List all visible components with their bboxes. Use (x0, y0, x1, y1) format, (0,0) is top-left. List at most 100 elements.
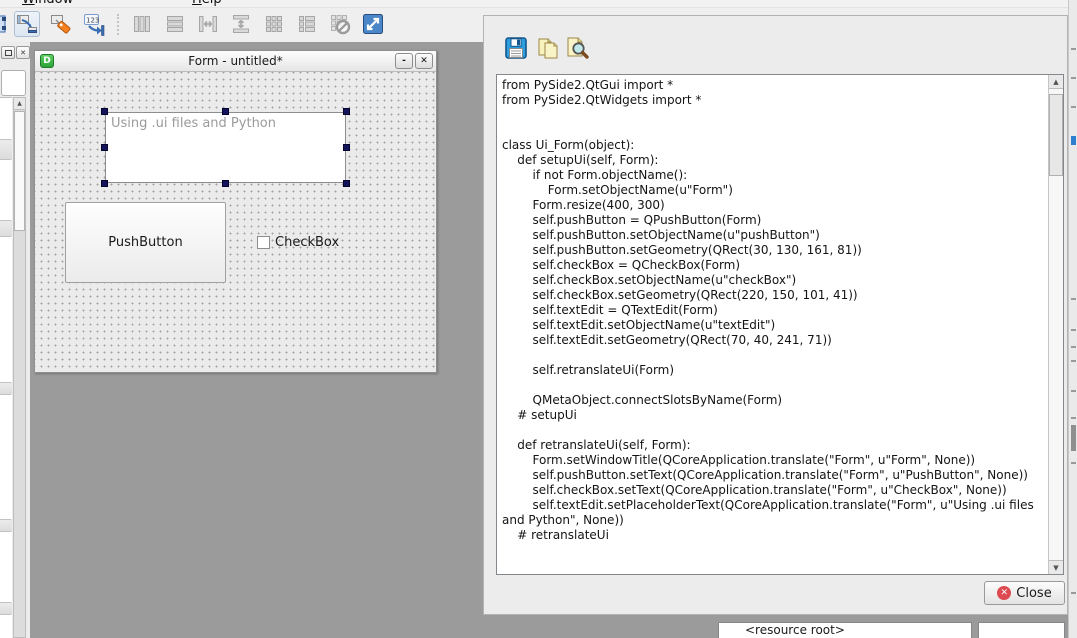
form-window-titlebar[interactable]: D Form - untitled* - ✕ (35, 51, 436, 72)
selection-handle[interactable] (343, 108, 350, 115)
qt-designer-screen: Window Help (0, 0, 1077, 638)
code-line: self.textEdit.setPlaceholderText(QCoreAp… (502, 498, 1048, 513)
selection-handle[interactable] (343, 180, 350, 187)
edit-signals-slots-icon[interactable] (14, 11, 40, 37)
scrollbar-thumb[interactable] (14, 111, 25, 231)
code-line: QMetaObject.connectSlotsByName(Form) (502, 393, 1048, 408)
edit-buddies-icon[interactable] (48, 11, 74, 37)
dialog-close-button[interactable]: ✕ Close (984, 581, 1065, 605)
form-editor-window: D Form - untitled* - ✕ Using .ui files a… (34, 50, 437, 373)
scrollbar-thumb[interactable] (1071, 425, 1076, 451)
widget-category-header[interactable] (0, 220, 12, 237)
copy-icon[interactable] (535, 35, 561, 61)
resource-browser-panel[interactable]: <resource root> (718, 622, 972, 638)
widget-category-header[interactable] (0, 602, 12, 615)
code-line: self.checkBox.setText(QCoreApplication.t… (502, 483, 1048, 498)
widget-box-list[interactable] (0, 97, 12, 638)
layout-vertically-icon[interactable] (162, 11, 188, 37)
code-line (502, 378, 1048, 393)
selection-handle[interactable] (222, 180, 229, 187)
right-edge-scroll-strip[interactable] (1068, 0, 1077, 638)
selection-handle[interactable] (101, 144, 108, 151)
code-line: # setupUi (502, 408, 1048, 423)
scroll-marker (1071, 48, 1076, 50)
scroll-marker (1071, 462, 1076, 464)
code-line: self.checkBox.setGeometry(QRect(220, 150… (502, 288, 1048, 303)
minimize-button[interactable]: - (395, 53, 413, 69)
find-icon[interactable] (564, 35, 590, 61)
code-text: from PySide2.QtGui import *from PySide2.… (497, 75, 1048, 574)
dock-float-button[interactable] (1, 46, 15, 59)
close-button-label: Close (1016, 586, 1051, 601)
code-line: Form.setObjectName(u"Form") (502, 183, 1048, 198)
scrollbar-thumb[interactable] (1049, 94, 1063, 176)
scroll-down-icon[interactable]: ▼ (1049, 560, 1063, 574)
code-line: self.retranslateUi(Form) (502, 363, 1048, 378)
edit-tab-order-icon[interactable]: 123 (81, 11, 107, 37)
close-button[interactable]: ✕ (415, 53, 433, 69)
checkbox-indicator[interactable] (257, 236, 270, 249)
selection-handle[interactable] (101, 108, 108, 115)
scroll-marker (1071, 346, 1076, 348)
textedit-widget-selected[interactable]: Using .ui files and Python (105, 112, 346, 183)
widget-category-header[interactable] (0, 519, 12, 532)
scroll-up-icon[interactable]: ▲ (14, 98, 25, 110)
layout-grid-icon[interactable] (261, 11, 287, 37)
dock-close-button[interactable]: ✕ (16, 46, 30, 59)
code-line: self.textEdit.setObjectName(u"textEdit") (502, 318, 1048, 333)
layout-horizontal-splitter-icon[interactable] (195, 11, 221, 37)
code-line (502, 123, 1048, 138)
pushbutton-widget[interactable]: PushButton (65, 202, 226, 283)
code-line: self.pushButton.setText(QCoreApplication… (502, 468, 1048, 483)
break-layout-icon[interactable] (327, 11, 353, 37)
layout-horizontally-icon[interactable] (129, 11, 155, 37)
scroll-marker (1071, 390, 1076, 392)
adjust-size-icon[interactable] (360, 11, 386, 37)
menu-bar: Window Help (0, 0, 1077, 8)
code-line: from PySide2.QtGui import * (502, 78, 1048, 93)
layout-form-icon[interactable] (294, 11, 320, 37)
widget-category-header[interactable] (0, 139, 12, 160)
widget-box-dock: ✕ ▲ (0, 42, 30, 638)
code-line: self.pushButton.setGeometry(QRect(30, 13… (502, 243, 1048, 258)
svg-text:123: 123 (86, 17, 99, 25)
textedit-placeholder: Using .ui files and Python (111, 116, 345, 131)
scroll-marker (1071, 298, 1076, 300)
scroll-marker (1071, 417, 1076, 419)
checkbox-label: CheckBox (275, 235, 339, 250)
checkbox-widget[interactable]: CheckBox (255, 222, 356, 263)
textedit-widget[interactable]: Using .ui files and Python (105, 112, 346, 183)
toolbar-separator (117, 14, 120, 35)
code-line: self.pushButton.setObjectName(u"pushButt… (502, 228, 1048, 243)
code-line: self.textEdit.setGeometry(QRect(70, 40, … (502, 333, 1048, 348)
view-python-code-dialog: from PySide2.QtGui import *from PySide2.… (483, 15, 1068, 615)
code-line (502, 423, 1048, 438)
code-line: self.textEdit = QTextEdit(Form) (502, 303, 1048, 318)
selection-handle[interactable] (222, 108, 229, 115)
code-view[interactable]: from PySide2.QtGui import *from PySide2.… (496, 74, 1064, 575)
form-canvas[interactable]: Using .ui files and Python PushButton Ch… (35, 72, 436, 372)
code-scrollbar[interactable]: ▲ ▼ (1048, 75, 1063, 574)
widget-filter-input[interactable] (1, 70, 26, 96)
menu-window[interactable]: Window (22, 0, 73, 7)
selection-handle[interactable] (343, 144, 350, 151)
scroll-marker (1071, 360, 1076, 362)
save-icon[interactable] (503, 35, 529, 61)
widget-category-header[interactable] (0, 382, 12, 395)
edit-widgets-icon[interactable] (0, 11, 9, 37)
scroll-marker-current (1071, 136, 1076, 145)
code-line: self.checkBox = QCheckBox(Form) (502, 258, 1048, 273)
restore-icon (5, 50, 12, 56)
code-line (502, 108, 1048, 123)
resource-detail-panel[interactable] (978, 622, 1065, 638)
selection-handle[interactable] (101, 180, 108, 187)
scroll-up-icon[interactable]: ▲ (1049, 75, 1063, 89)
menu-help[interactable]: Help (192, 0, 222, 7)
layout-vertical-splitter-icon[interactable] (228, 11, 254, 37)
code-line: def setupUi(self, Form): (502, 153, 1048, 168)
code-line (502, 348, 1048, 363)
widget-box-scrollbar[interactable]: ▲ (13, 97, 26, 638)
code-line: self.pushButton = QPushButton(Form) (502, 213, 1048, 228)
code-line: Form.setWindowTitle(QCoreApplication.tra… (502, 453, 1048, 468)
resource-root-item[interactable]: <resource root> (719, 623, 971, 638)
